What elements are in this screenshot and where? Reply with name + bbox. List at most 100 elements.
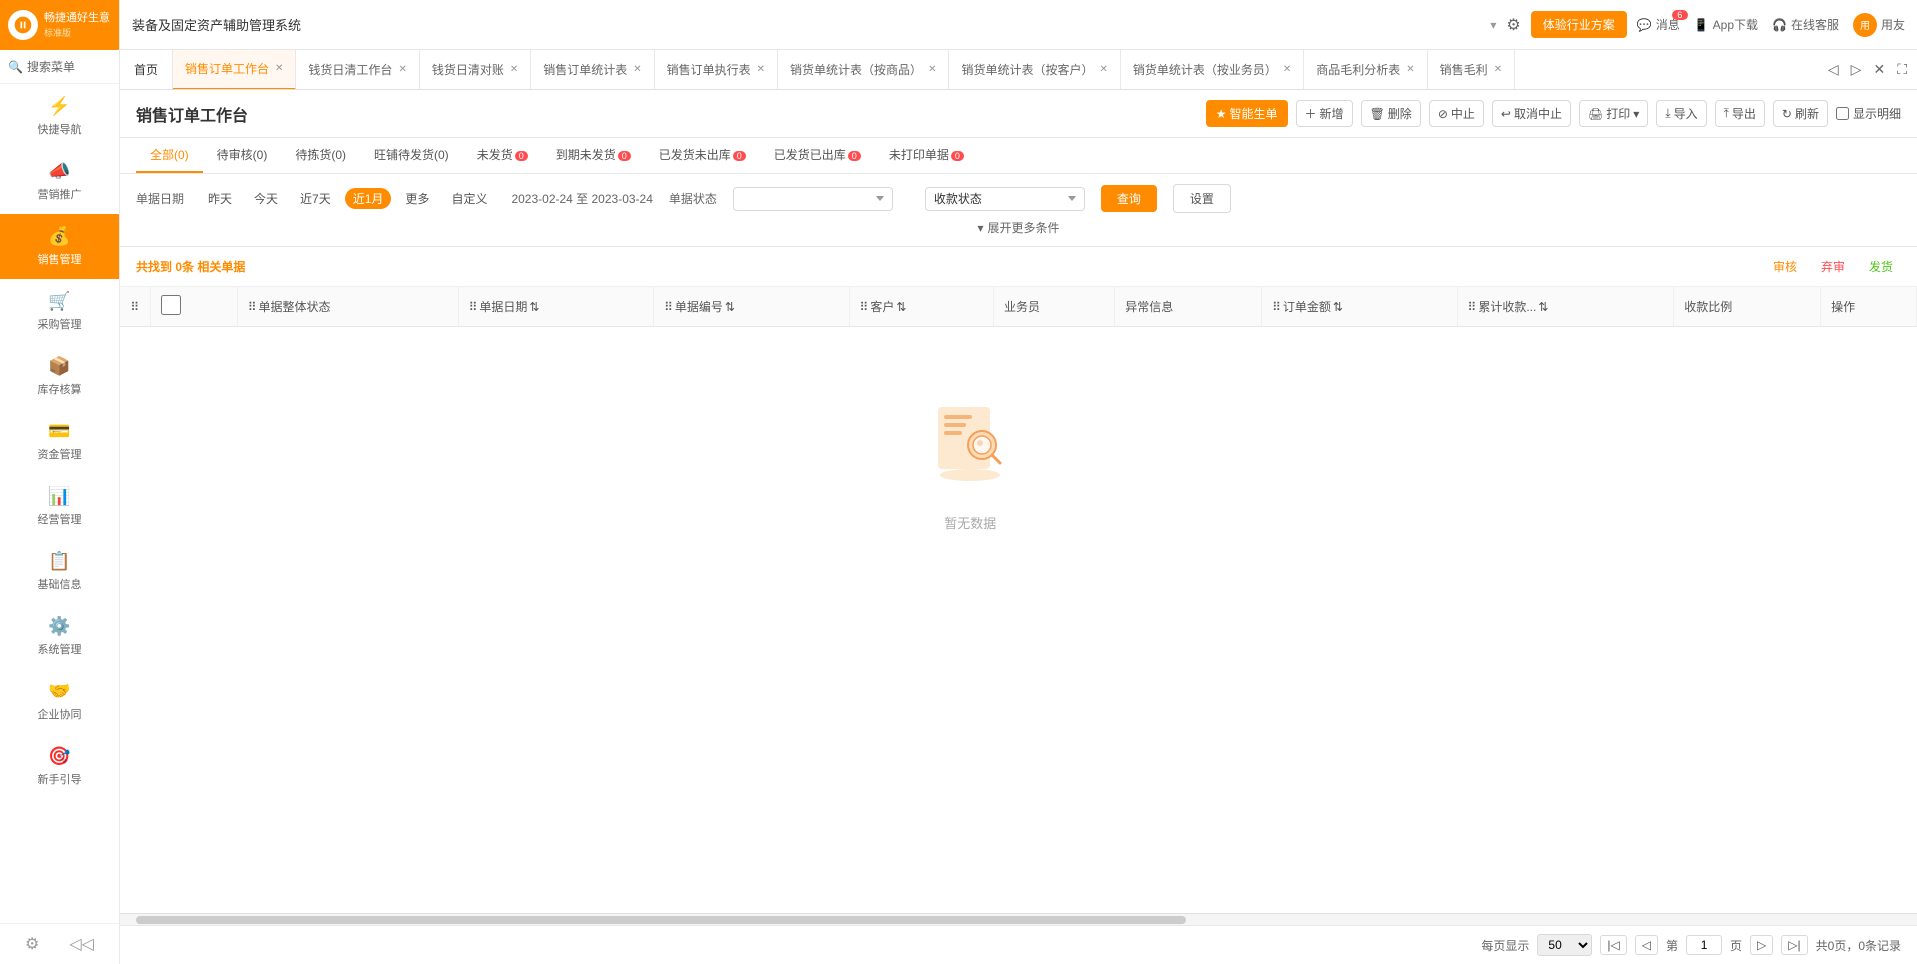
sort-amount[interactable]: ⠿ 订单金额 ⇅ bbox=[1272, 298, 1446, 315]
smart-create-button[interactable]: ★ 智能生单 bbox=[1206, 100, 1288, 127]
subtab-all[interactable]: 全部(0) bbox=[136, 138, 203, 173]
tab-order-exec-close[interactable]: ✕ bbox=[757, 64, 765, 75]
payment-status-select[interactable]: 收款状态 bbox=[925, 187, 1085, 211]
subtab-not-shipped[interactable]: 未发货0 bbox=[463, 138, 542, 173]
tab-gross-profit-close[interactable]: ✕ bbox=[1406, 64, 1414, 75]
tab-sales-stats-product-close[interactable]: ✕ bbox=[928, 64, 936, 75]
topbar-gear-icon[interactable]: ⚙ bbox=[1506, 15, 1520, 35]
detail-checkbox[interactable] bbox=[1836, 107, 1849, 120]
delete-button[interactable]: 🗑 删除 bbox=[1361, 100, 1421, 127]
sidebar-item-finance[interactable]: 💳 资金管理 bbox=[0, 409, 119, 474]
tab-sales-gross[interactable]: 销售毛利 ✕ bbox=[1428, 50, 1515, 90]
date-more[interactable]: 更多 bbox=[397, 188, 437, 209]
subtab-wangpu-ship[interactable]: 旺铺待发货(0) bbox=[360, 138, 463, 173]
detail-toggle[interactable]: 显示明细 bbox=[1836, 105, 1901, 122]
sidebar-item-marketing[interactable]: 📣 营销推广 bbox=[0, 149, 119, 214]
topbar-arrow-icon[interactable]: ▾ bbox=[1490, 18, 1496, 32]
industry-solution-button[interactable]: 体验行业方案 bbox=[1531, 11, 1627, 38]
sidebar-item-purchase[interactable]: 🛒 采购管理 bbox=[0, 279, 119, 344]
cancel-stop-button[interactable]: ↩ 取消中止 bbox=[1492, 100, 1571, 127]
select-all-checkbox[interactable] bbox=[161, 295, 181, 315]
tab-sales-stats-staff-close[interactable]: ✕ bbox=[1283, 64, 1291, 75]
tab-order-stats-close[interactable]: ✕ bbox=[633, 64, 641, 75]
tab-sales-stats-customer[interactable]: 销货单统计表（按客户） ✕ bbox=[949, 50, 1120, 90]
first-page-button[interactable]: |◁ bbox=[1600, 935, 1626, 955]
date-today[interactable]: 今天 bbox=[246, 188, 286, 209]
sort-staff[interactable]: 业务员 bbox=[1004, 298, 1104, 315]
page-input[interactable] bbox=[1686, 935, 1722, 955]
tab-sales-workbench[interactable]: 销售订单工作台 ✕ bbox=[173, 50, 296, 90]
tab-gross-profit[interactable]: 商品毛利分析表 ✕ bbox=[1304, 50, 1427, 90]
subtab-pending-audit[interactable]: 待审核(0) bbox=[203, 138, 282, 173]
expand-filter-button[interactable]: ▾ 展开更多条件 bbox=[136, 219, 1901, 236]
print-button[interactable]: 🖨 打印 ▾ bbox=[1579, 100, 1648, 127]
stop-button[interactable]: ⊘ 中止 bbox=[1429, 100, 1484, 127]
user-menu-button[interactable]: 用 用友 bbox=[1853, 13, 1905, 37]
sidebar-item-new-guide[interactable]: 🎯 新手引导 bbox=[0, 734, 119, 799]
set-button[interactable]: 设置 bbox=[1173, 184, 1231, 213]
query-button[interactable]: 查询 bbox=[1101, 185, 1157, 212]
horizontal-scrollbar[interactable] bbox=[120, 913, 1917, 925]
import-button[interactable]: ⤓ 导入 bbox=[1656, 100, 1706, 127]
tab-sales-stats-staff[interactable]: 销货单统计表（按业务员） ✕ bbox=[1121, 50, 1304, 90]
subtab-overdue-not-shipped[interactable]: 到期未发货0 bbox=[542, 138, 645, 173]
sort-date[interactable]: ⠿ 单据日期 ⇅ bbox=[469, 298, 643, 315]
message-button[interactable]: 💬 消息 6 bbox=[1637, 16, 1680, 33]
sidebar-item-enterprise[interactable]: 🤝 企业协同 bbox=[0, 669, 119, 734]
date-7days[interactable]: 近7天 bbox=[292, 188, 339, 209]
sort-customer[interactable]: ⠿ 客户 ⇅ bbox=[860, 298, 983, 315]
subtab-pending-pick[interactable]: 待拣货(0) bbox=[281, 138, 360, 173]
sidebar-item-quick-nav[interactable]: ⚡ 快捷导航 bbox=[0, 84, 119, 149]
sort-cumulative[interactable]: ⠿ 累计收款... ⇅ bbox=[1468, 298, 1664, 315]
prev-page-button[interactable]: ◁ bbox=[1635, 935, 1658, 955]
sort-status[interactable]: ⠿ 单据整体状态 bbox=[248, 298, 448, 315]
tab-reconcile-close[interactable]: ✕ bbox=[510, 64, 518, 75]
tab-close-all-button[interactable]: ✕ bbox=[1869, 59, 1889, 80]
app-download-button[interactable]: 📱 App下载 bbox=[1694, 16, 1758, 33]
tab-sales-stats-product[interactable]: 销货单统计表（按商品） ✕ bbox=[778, 50, 949, 90]
sidebar-item-sales[interactable]: 💰 销售管理 bbox=[0, 214, 119, 279]
date-1month[interactable]: 近1月 bbox=[345, 188, 392, 209]
subtab-not-printed[interactable]: 未打印单据0 bbox=[875, 138, 978, 173]
online-service-button[interactable]: 🎧 在线客服 bbox=[1772, 16, 1839, 33]
sidebar-item-operations[interactable]: 📊 经营管理 bbox=[0, 474, 119, 539]
sidebar-item-system[interactable]: ⚙️ 系统管理 bbox=[0, 604, 119, 669]
table-scroll-container[interactable]: ⠿ ⠿ 单据整体状态 bbox=[120, 287, 1917, 913]
subtab-shipped-out[interactable]: 已发货已出库0 bbox=[760, 138, 875, 173]
refresh-button[interactable]: ↻ 刷新 bbox=[1773, 100, 1828, 127]
tab-prev-button[interactable]: ◁ bbox=[1824, 59, 1843, 80]
tab-daily-clear[interactable]: 钱货日清工作台 ✕ bbox=[296, 50, 419, 90]
cancel-audit-button[interactable]: 弃审 bbox=[1813, 255, 1853, 278]
tab-next-button[interactable]: ▷ bbox=[1847, 59, 1866, 80]
collapse-icon[interactable]: ◁◁ bbox=[69, 934, 94, 954]
tab-order-stats[interactable]: 销售订单统计表 ✕ bbox=[531, 50, 654, 90]
audit-button[interactable]: 审核 bbox=[1765, 255, 1805, 278]
tab-daily-clear-close[interactable]: ✕ bbox=[398, 64, 406, 75]
tab-fullscreen-button[interactable]: ⛶ bbox=[1893, 59, 1911, 80]
tab-home[interactable]: 首页 bbox=[120, 50, 173, 90]
ship-button[interactable]: 发货 bbox=[1861, 255, 1901, 278]
last-page-button[interactable]: ▷| bbox=[1781, 935, 1807, 955]
status-filter-label: 单据状态 bbox=[669, 190, 717, 207]
sidebar-search[interactable]: 🔍 搜索菜单 bbox=[0, 50, 119, 84]
tab-sales-stats-customer-close[interactable]: ✕ bbox=[1099, 64, 1107, 75]
subtab-shipped-not-out[interactable]: 已发货未出库0 bbox=[645, 138, 760, 173]
sort-abnormal[interactable]: 异常信息 bbox=[1125, 298, 1251, 315]
scrollbar-thumb[interactable] bbox=[136, 916, 1186, 924]
date-custom[interactable]: 自定义 bbox=[443, 188, 495, 209]
add-button[interactable]: ＋ 新增 bbox=[1296, 100, 1353, 127]
settings-icon[interactable]: ⚙ bbox=[25, 934, 39, 954]
sort-number[interactable]: ⠿ 单据编号 ⇅ bbox=[664, 298, 838, 315]
tab-order-exec[interactable]: 销售订单执行表 ✕ bbox=[655, 50, 778, 90]
status-select[interactable] bbox=[733, 187, 893, 211]
export-button[interactable]: ⤒ 导出 bbox=[1715, 100, 1765, 127]
tab-sales-workbench-close[interactable]: ✕ bbox=[275, 63, 283, 74]
per-page-select[interactable]: 50 10 20 100 bbox=[1537, 934, 1592, 956]
next-page-button[interactable]: ▷ bbox=[1750, 935, 1773, 955]
tab-reconcile[interactable]: 钱货日清对账 ✕ bbox=[420, 50, 531, 90]
sidebar-item-base-info[interactable]: 📋 基础信息 bbox=[0, 539, 119, 604]
sort-ratio[interactable]: 收款比例 bbox=[1684, 298, 1810, 315]
tab-sales-gross-close[interactable]: ✕ bbox=[1494, 64, 1502, 75]
sidebar-item-inventory[interactable]: 📦 库存核算 bbox=[0, 344, 119, 409]
date-yesterday[interactable]: 昨天 bbox=[200, 188, 240, 209]
